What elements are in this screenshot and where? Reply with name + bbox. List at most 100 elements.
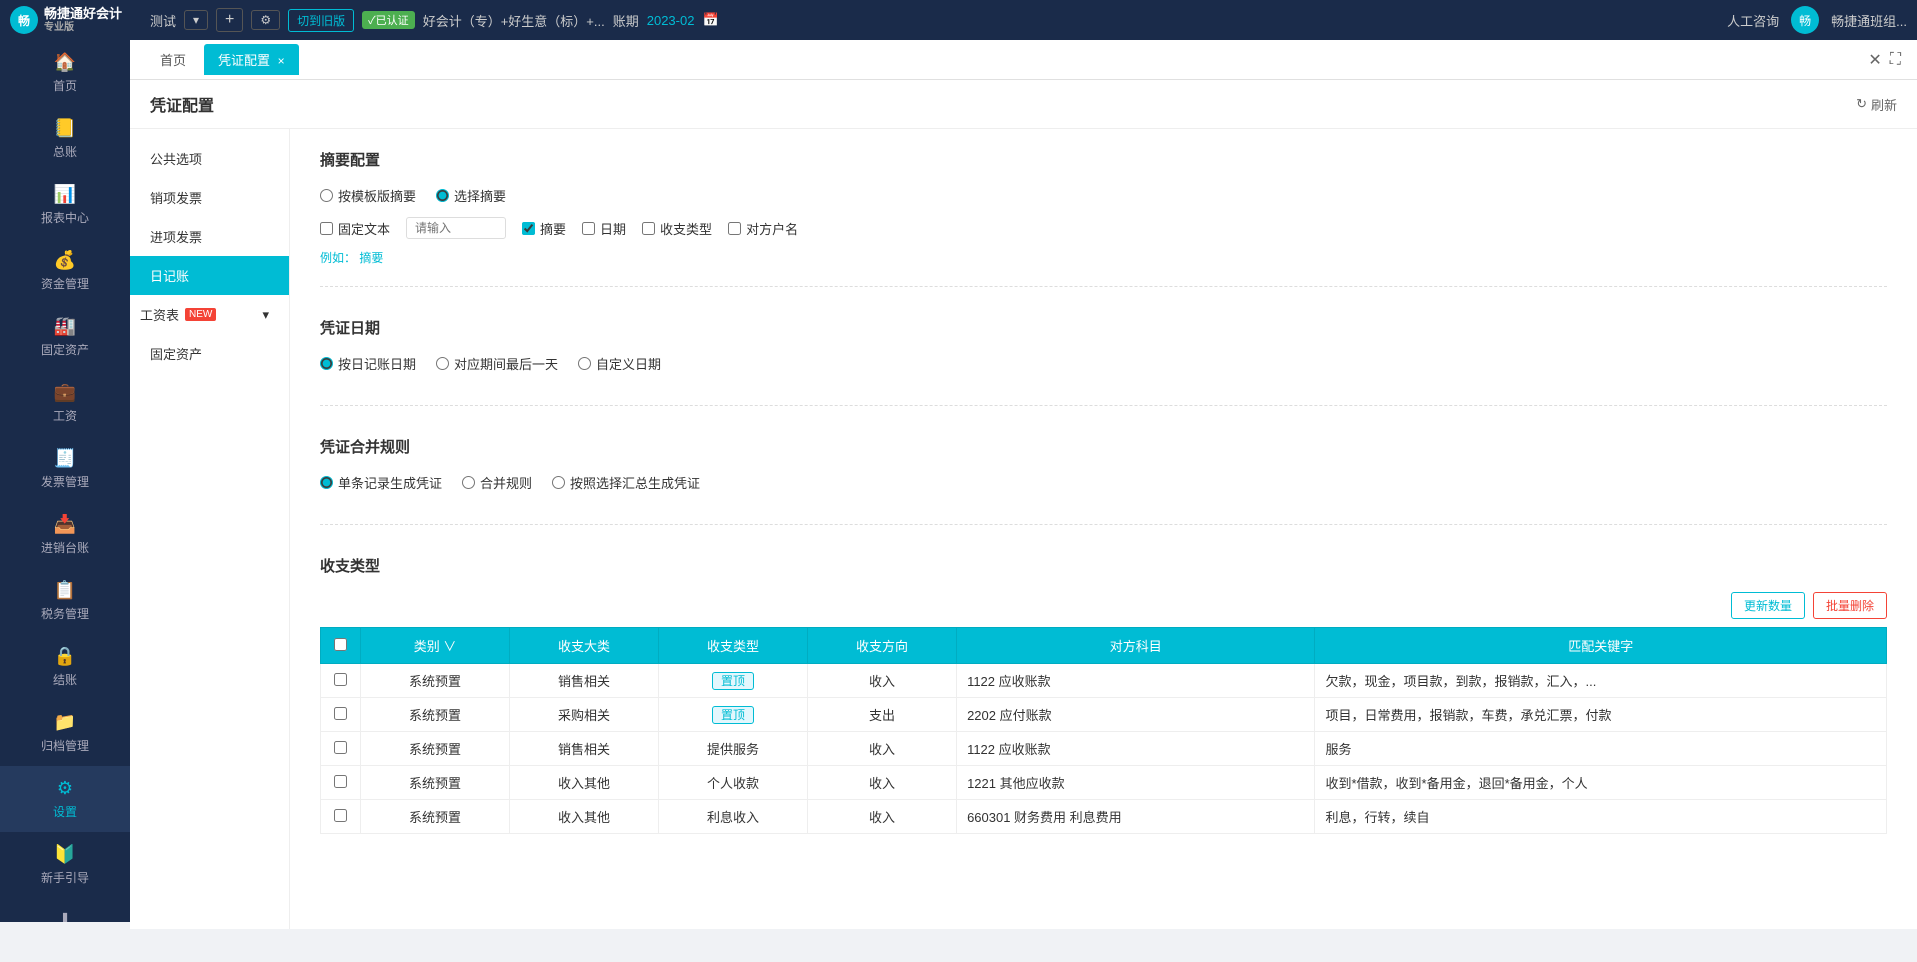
settings-sidebar-icon: ⚙ [57,778,73,799]
report-icon: 📊 [54,184,76,205]
sidebar-item-tax[interactable]: 📋 税务管理 [0,568,130,634]
sidebar-item-salary[interactable]: 💼 工资 [0,370,130,436]
sidebar-item-finance[interactable]: 💰 资金管理 [0,238,130,304]
left-menu-sales[interactable]: 销项发票 [130,178,289,217]
income-section: 收支类型 更新数量 批量删除 类别 ∨ [320,555,1887,834]
merge-radio-single[interactable]: 单条记录生成凭证 [320,473,442,492]
merge-radio-summary[interactable]: 按照选择汇总生成凭证 [552,473,700,492]
sidebar-item-close[interactable]: 🔒 结账 [0,634,130,700]
row-keyword-2: 服务 [1315,732,1887,766]
tab-config-close[interactable]: × [278,54,285,68]
left-menu-payroll[interactable]: 工资表 NEW ▾ [130,295,289,334]
left-menu-fixed-assets-label: 固定资产 [150,344,202,363]
tab-config[interactable]: 凭证配置 × [204,44,299,75]
left-menu-fixed-assets[interactable]: 固定资产 [130,334,289,373]
summary-radio-select-input[interactable] [436,189,449,202]
sidebar-item-member[interactable]: ⬇ 畅会员 [0,898,130,922]
row-checkbox-2[interactable] [334,741,347,754]
sidebar-item-ledger[interactable]: 📒 总账 [0,106,130,172]
date-checkbox-item[interactable]: 日期 [582,219,626,238]
row-checkbox-1[interactable] [334,707,347,720]
sidebar-item-invoice[interactable]: 🧾 发票管理 [0,436,130,502]
date-section: 凭证日期 按日记账日期 对应期间最后一天 自定义日期 [320,317,1887,406]
th-category-label: 类别 ∨ [414,639,457,654]
sidebar-item-assets[interactable]: 🏭 固定资产 [0,304,130,370]
header-center: 测试 ▾ + ⚙ 切到旧版 ✓已认证 好会计（专）+好生意（标）+... 账期 … [150,8,1717,32]
row-account-0: 1122 应收账款 [957,664,1315,698]
merge-radio-summary-input[interactable] [552,476,565,489]
fixed-text-checkbox-item[interactable]: 固定文本 [320,219,390,238]
sidebar-item-home[interactable]: 🏠 首页 [0,40,130,106]
direction-tag-0[interactable]: 置顶 [712,672,754,690]
fixed-text-label: 固定文本 [338,219,390,238]
merge-radio-rules[interactable]: 合并规则 [462,473,532,492]
merge-radio-single-input[interactable] [320,476,333,489]
date-radio-period-last-input[interactable] [436,357,449,370]
th-direction: 收支方向 [808,628,957,664]
close-tab-btn[interactable]: ✕ [1868,50,1881,70]
main-wrapper: 首页 凭证配置 × ✕ ⛶ 凭证配置 ↻ 刷新 公共选项 [130,40,1917,929]
summary-radio-template-input[interactable] [320,189,333,202]
merge-radio-rules-input[interactable] [462,476,475,489]
summary-radio-select[interactable]: 选择摘要 [436,186,506,205]
company-arrow[interactable]: ▾ [184,10,208,30]
date-radio-custom-input[interactable] [578,357,591,370]
page-content: 凭证配置 ↻ 刷新 公共选项 销项发票 进项发票 日记账 [130,80,1917,929]
left-menu-journal[interactable]: 日记账 [130,256,289,295]
summary-checkbox-item[interactable]: 摘要 [522,219,566,238]
sidebar-label-purchase: 进销台账 [41,539,89,556]
row-checkbox-0[interactable] [334,673,347,686]
sidebar-label-report: 报表中心 [41,209,89,226]
direction-tag-1[interactable]: 置顶 [712,706,754,724]
date-radio-journal-input[interactable] [320,357,333,370]
type-checkbox[interactable] [642,222,655,235]
service-btn[interactable]: 人工咨询 [1727,11,1779,30]
left-menu-purchase-inv[interactable]: 进项发票 [130,217,289,256]
th-type: 收支类型 [659,628,808,664]
batch-delete-btn[interactable]: 批量删除 [1813,592,1887,619]
th-account: 对方科目 [957,628,1315,664]
fixed-text-input[interactable] [406,217,506,239]
th-checkbox [321,628,361,664]
tab-home[interactable]: 首页 [146,44,200,75]
sidebar-item-report[interactable]: 📊 报表中心 [0,172,130,238]
ledger-icon: 📒 [54,118,76,139]
summary-checkbox-row: 固定文本 摘要 日期 收支类型 [320,217,1887,239]
refresh-btn[interactable]: ↻ 刷新 [1856,95,1897,114]
switch-version-btn[interactable]: 切到旧版 [288,9,354,32]
date-checkbox[interactable] [582,222,595,235]
type-checkbox-item[interactable]: 收支类型 [642,219,712,238]
counterpart-checkbox-item[interactable]: 对方户名 [728,219,798,238]
sidebar-item-settings[interactable]: ⚙ 设置 [0,766,130,832]
add-btn[interactable]: + [216,8,243,32]
user-name[interactable]: 畅捷通班组... [1831,11,1907,30]
counterpart-checkbox[interactable] [728,222,741,235]
date-radio-journal[interactable]: 按日记账日期 [320,354,416,373]
sidebar-item-guide[interactable]: 🔰 新手引导 [0,832,130,898]
settings-btn[interactable]: ⚙ [251,10,280,30]
row-category-1: 系统预置 [361,698,510,732]
summary-radio-template[interactable]: 按模板版摘要 [320,186,416,205]
update-count-btn[interactable]: 更新数量 [1731,592,1805,619]
table-select-all[interactable] [334,638,347,651]
calendar-icon[interactable]: 📅 [702,12,718,28]
row-type-3: 个人收款 [659,766,808,800]
row-checkbox-4[interactable] [334,809,347,822]
sidebar-item-purchase[interactable]: 📥 进销台账 [0,502,130,568]
date-radio-period-last[interactable]: 对应期间最后一天 [436,354,558,373]
th-direction-label: 收支方向 [856,639,908,654]
expand-tab-btn[interactable]: ⛶ [1890,50,1901,70]
date-radio-custom[interactable]: 自定义日期 [578,354,661,373]
summary-radio-template-label: 按模板版摘要 [338,186,416,205]
date-radio-period-last-label: 对应期间最后一天 [454,354,558,373]
sidebar-item-archive[interactable]: 📁 归档管理 [0,700,130,766]
invoice-icon: 🧾 [54,448,76,469]
summary-checkbox[interactable] [522,222,535,235]
fixed-text-checkbox[interactable] [320,222,333,235]
config-layout: 公共选项 销项发票 进项发票 日记账 工资表 NEW ▾ 固定资产 [130,129,1917,929]
merge-section-title: 凭证合并规则 [320,436,1887,457]
row-account-1: 2202 应付账款 [957,698,1315,732]
left-menu-public[interactable]: 公共选项 [130,139,289,178]
row-checkbox-3[interactable] [334,775,347,788]
finance-icon: 💰 [54,250,76,271]
